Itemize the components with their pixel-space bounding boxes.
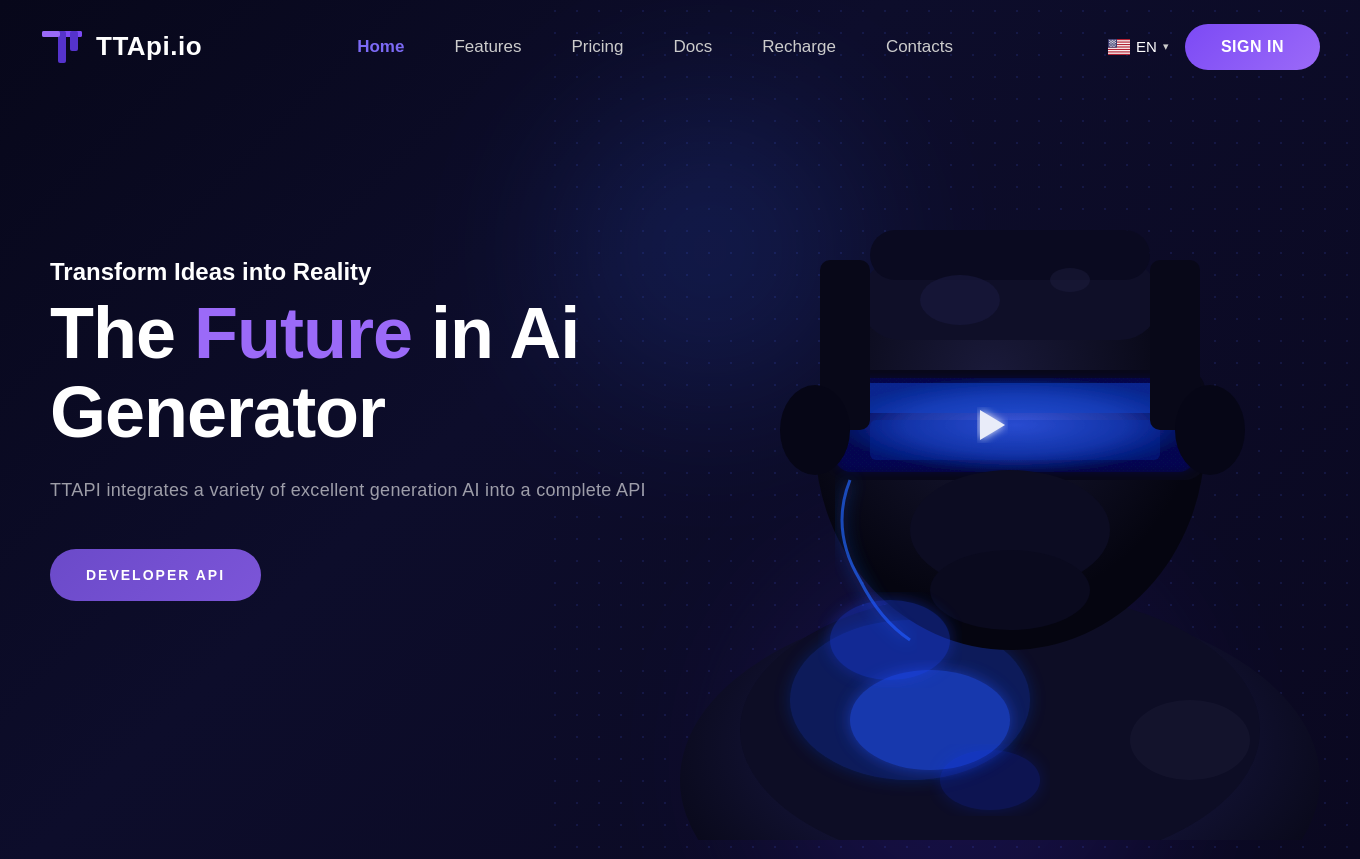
chevron-down-icon: ▾ [1163, 40, 1169, 53]
svg-point-33 [1112, 44, 1113, 45]
svg-rect-53 [870, 230, 1150, 280]
nav-item-contacts[interactable]: Contacts [886, 37, 953, 57]
svg-point-57 [1175, 385, 1245, 475]
svg-point-19 [1111, 40, 1112, 41]
svg-point-61 [920, 275, 1000, 325]
flag-icon [1108, 39, 1130, 55]
nav-item-recharge[interactable]: Recharge [762, 37, 836, 57]
hero-content: Transform Ideas into Reality The Future … [0, 258, 900, 601]
navbar: TTApi.io Home Features Pricing Docs Rech… [0, 0, 1360, 93]
svg-point-22 [1109, 42, 1110, 43]
hero-title-line2-before: The [50, 293, 194, 373]
svg-point-35 [1115, 44, 1116, 45]
nav-links: Home Features Pricing Docs Recharge Cont… [357, 37, 953, 57]
hero-subtitle: TTAPI integrates a variety of excellent … [50, 480, 650, 501]
nav-item-pricing[interactable]: Pricing [571, 37, 623, 57]
nav-item-docs[interactable]: Docs [673, 37, 712, 57]
nav-right: EN ▾ SIGN IN [1108, 24, 1320, 70]
svg-rect-10 [1108, 50, 1130, 51]
svg-point-38 [1113, 45, 1114, 46]
svg-point-15 [1112, 39, 1113, 40]
svg-point-25 [1114, 42, 1115, 43]
svg-point-63 [1130, 700, 1250, 780]
svg-rect-11 [1108, 52, 1130, 53]
svg-point-34 [1114, 44, 1115, 45]
svg-point-14 [1111, 39, 1112, 40]
nav-link-recharge[interactable]: Recharge [762, 37, 836, 56]
svg-rect-4 [70, 31, 78, 51]
svg-point-24 [1112, 42, 1113, 43]
language-code: EN [1136, 38, 1157, 55]
hero-title-highlight: into Reality [242, 258, 371, 285]
logo-text: TTApi.io [96, 31, 202, 62]
hero-title-line2: The Future in Ai Generator [50, 294, 900, 452]
svg-point-32 [1111, 44, 1112, 45]
nav-link-contacts[interactable]: Contacts [886, 37, 953, 56]
developer-api-button[interactable]: DEVELOPER API [50, 549, 261, 601]
svg-point-37 [1111, 45, 1112, 46]
svg-point-64 [940, 750, 1040, 810]
nav-item-home[interactable]: Home [357, 37, 404, 57]
svg-point-29 [1113, 43, 1114, 44]
svg-point-28 [1111, 43, 1112, 44]
svg-point-20 [1113, 40, 1114, 41]
svg-rect-51 [870, 420, 1160, 460]
svg-point-59 [930, 550, 1090, 630]
svg-point-31 [1109, 44, 1110, 45]
svg-point-60 [830, 600, 950, 680]
svg-rect-2 [42, 31, 60, 37]
svg-point-13 [1109, 39, 1110, 40]
svg-rect-9 [1108, 47, 1130, 48]
nav-link-features[interactable]: Features [454, 37, 521, 56]
nav-link-docs[interactable]: Docs [673, 37, 712, 56]
svg-point-62 [1050, 268, 1090, 292]
svg-point-18 [1110, 40, 1111, 41]
svg-point-21 [1114, 40, 1115, 41]
hero-title-line1: Transform Ideas into Reality [50, 258, 900, 286]
svg-point-27 [1110, 43, 1111, 44]
hero-section: Transform Ideas into Reality The Future … [0, 0, 1360, 859]
svg-point-23 [1111, 42, 1112, 43]
svg-point-16 [1114, 39, 1115, 40]
nav-link-home[interactable]: Home [357, 37, 404, 56]
svg-point-26 [1115, 42, 1116, 43]
hero-title-line1-text: Transform Ideas [50, 258, 242, 285]
svg-point-36 [1110, 45, 1111, 46]
nav-item-features[interactable]: Features [454, 37, 521, 57]
logo[interactable]: TTApi.io [40, 25, 202, 69]
svg-point-17 [1115, 39, 1116, 40]
hero-future-highlight: Future [194, 293, 412, 373]
language-selector[interactable]: EN ▾ [1108, 38, 1169, 55]
svg-point-30 [1114, 43, 1115, 44]
svg-point-39 [1114, 45, 1115, 46]
sign-in-button[interactable]: SIGN IN [1185, 24, 1320, 70]
nav-link-pricing[interactable]: Pricing [571, 37, 623, 56]
logo-icon [40, 25, 84, 69]
